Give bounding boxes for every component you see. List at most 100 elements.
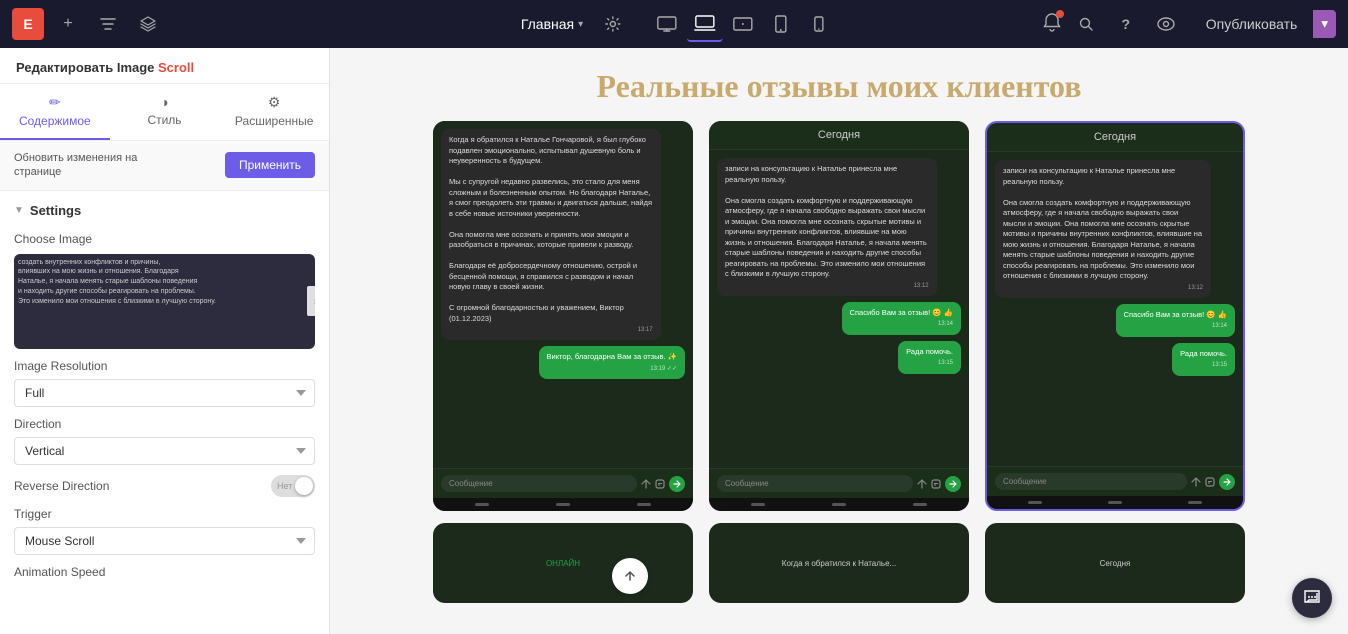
review-card-1: Когда я обратился к Наталье Гончаровой, … — [433, 121, 693, 511]
update-bar: Обновить изменения на странице Применить — [0, 141, 329, 191]
tab-content[interactable]: ✏ Содержимое — [0, 84, 110, 140]
chat-header-3: Сегодня — [987, 123, 1243, 152]
chat-input-1[interactable]: Сообщение — [441, 475, 637, 492]
nav-dot-2 — [556, 503, 570, 506]
page-heading: Реальные отзывы моих клиентов — [330, 48, 1348, 121]
card-inner-3: Сегодня записи на консультацию к Наталье… — [987, 123, 1243, 509]
msg-3-1: записи на консультацию к Наталье принесл… — [995, 160, 1211, 298]
cards-row: Когда я обратился к Наталье Гончаровой, … — [330, 121, 1348, 511]
settings-collapse-arrow[interactable]: ▼ — [14, 205, 24, 216]
animation-speed-label: Animation Speed — [14, 565, 315, 579]
review-card-3: Сегодня записи на консультацию к Наталье… — [985, 121, 1245, 511]
content-icon: ✏ — [49, 94, 61, 111]
style-icon: ◑ — [160, 94, 168, 110]
msg-time-2-1: 13:12 — [725, 282, 929, 290]
chat-input-2[interactable]: Сообщение — [717, 475, 913, 492]
chat-input-bar-3: Сообщение — [987, 466, 1243, 496]
preview-arrow[interactable]: › — [307, 286, 315, 316]
toggle-no-label: Нет — [277, 481, 292, 491]
send-btn-2[interactable] — [945, 476, 961, 492]
layers-icon[interactable] — [132, 8, 164, 40]
send-btn-1[interactable] — [669, 476, 685, 492]
msg-time-3-3: 13:15 — [1180, 361, 1227, 369]
nav-dot-5 — [832, 503, 846, 506]
send-btn-3[interactable] — [1219, 474, 1235, 490]
chat-nav-bar-2 — [709, 498, 969, 511]
nav-dot-1 — [475, 503, 489, 506]
msg-1-1: Когда я обратился к Наталье Гончаровой, … — [441, 129, 661, 340]
chat-input-bar-1: Сообщение — [433, 468, 693, 498]
card-inner-1: Когда я обратился к Наталье Гончаровой, … — [433, 121, 693, 511]
top-navigation: E + Главная ▾ — [0, 0, 1348, 48]
chat-input-3[interactable]: Сообщение — [995, 473, 1187, 490]
help-button[interactable]: ? — [1110, 8, 1142, 40]
laptop-device[interactable] — [687, 6, 723, 42]
elementor-logo[interactable]: E — [12, 8, 44, 40]
msg-1-2: Виктор, благодарна Вам за отзыв. ✨ 13:19… — [539, 346, 686, 379]
search-button[interactable] — [1070, 8, 1102, 40]
toggle-knob — [295, 477, 313, 495]
chat-nav-bar-3 — [987, 496, 1243, 509]
nav-dot-4 — [751, 503, 765, 506]
direction-select[interactable]: Vertical Horizontal — [14, 437, 315, 465]
chat-messages-2: записи на консультацию к Наталье принесл… — [709, 150, 969, 468]
msg-2-1: записи на консультацию к Наталье принесл… — [717, 158, 937, 296]
chat-nav-bar-1 — [433, 498, 693, 511]
card-inner-2: Сегодня записи на консультацию к Наталье… — [709, 121, 969, 511]
image-resolution-select[interactable]: Full Large Medium Thumbnail — [14, 379, 315, 407]
bottom-cards-row: ОНЛАЙН Когда я обратился к Наталье... Се… — [330, 511, 1348, 603]
tablet-landscape-device[interactable] — [725, 6, 761, 42]
tablet-portrait-device[interactable] — [763, 6, 799, 42]
trigger-select[interactable]: Mouse Scroll Auto Click — [14, 527, 315, 555]
nav-dot-9 — [1188, 501, 1202, 504]
page-selector[interactable]: Главная ▾ — [511, 12, 593, 36]
trigger-label: Trigger — [14, 507, 315, 521]
chat-header-2: Сегодня — [709, 121, 969, 150]
reverse-direction-toggle[interactable]: Нет — [271, 475, 315, 497]
add-button[interactable]: + — [52, 8, 84, 40]
msg-time-1-1: 13:17 — [449, 326, 653, 334]
nav-dot-8 — [1108, 501, 1122, 504]
msg-time-2-3: 13:15 — [906, 359, 953, 367]
image-resolution-label: Image Resolution — [14, 359, 315, 373]
chat-messages-3: записи на консультацию к Наталье принесл… — [987, 152, 1243, 466]
image-preview-text: создать внутренних конфликтов и причины,… — [14, 254, 315, 311]
settings-section: ▼ Settings Choose Image создать внутренн… — [0, 191, 329, 597]
chat-float-button[interactable] — [1292, 578, 1332, 618]
tab-style[interactable]: ◑ Стиль — [110, 84, 220, 140]
chat-messages-1: Когда я обратился к Наталье Гончаровой, … — [433, 121, 693, 468]
reverse-direction-row: Reverse Direction Нет — [14, 475, 315, 497]
filter-icon[interactable] — [92, 8, 124, 40]
chat-input-bar-2: Сообщение — [709, 468, 969, 498]
bottom-card-2-text: Когда я обратился к Наталье... — [774, 555, 904, 572]
msg-3-3: Рада помочь. 13:15 — [1172, 343, 1235, 376]
bottom-card-1-text: ОНЛАЙН — [538, 555, 588, 572]
apply-button[interactable]: Применить — [225, 152, 315, 178]
tab-advanced[interactable]: ⚙ Расширенные — [219, 84, 329, 140]
reverse-direction-label: Reverse Direction — [14, 479, 109, 493]
choose-image-label: Choose Image — [14, 232, 315, 246]
scroll-up-button[interactable] — [612, 558, 648, 594]
msg-2-3: Рада помочь. 13:15 — [898, 341, 961, 374]
device-switcher — [649, 6, 837, 42]
msg-3-2: Спасибо Вам за отзыв! 😊 👍 13:14 — [1116, 304, 1235, 337]
msg-2-2: Спасибо Вам за отзыв! 😊 👍 13:14 — [842, 302, 961, 335]
publish-group: Опубликовать ▾ — [1190, 10, 1336, 38]
mobile-device[interactable] — [801, 6, 837, 42]
publish-dropdown-arrow[interactable]: ▾ — [1313, 10, 1336, 38]
sidebar: Редактировать Image Scroll ✏ Содержимое … — [0, 48, 330, 634]
msg-time-1-2: 13:19 ✓✓ — [547, 365, 678, 373]
msg-time-3-1: 13:12 — [1003, 284, 1203, 292]
advanced-icon: ⚙ — [268, 94, 281, 111]
desktop-device[interactable] — [649, 6, 685, 42]
preview-button[interactable] — [1150, 8, 1182, 40]
bottom-card-3-text: Сегодня — [1092, 555, 1139, 572]
notifications-button[interactable] — [1042, 12, 1062, 37]
right-nav: ? Опубликовать ▾ — [1042, 8, 1336, 40]
image-preview[interactable]: создать внутренних конфликтов и причины,… — [14, 254, 315, 349]
nav-dot-3 — [637, 503, 651, 506]
msg-time-2-2: 13:14 — [850, 320, 953, 328]
publish-button[interactable]: Опубликовать — [1190, 10, 1314, 38]
bottom-card-3: Сегодня — [985, 523, 1245, 603]
page-settings-icon[interactable] — [597, 8, 629, 40]
